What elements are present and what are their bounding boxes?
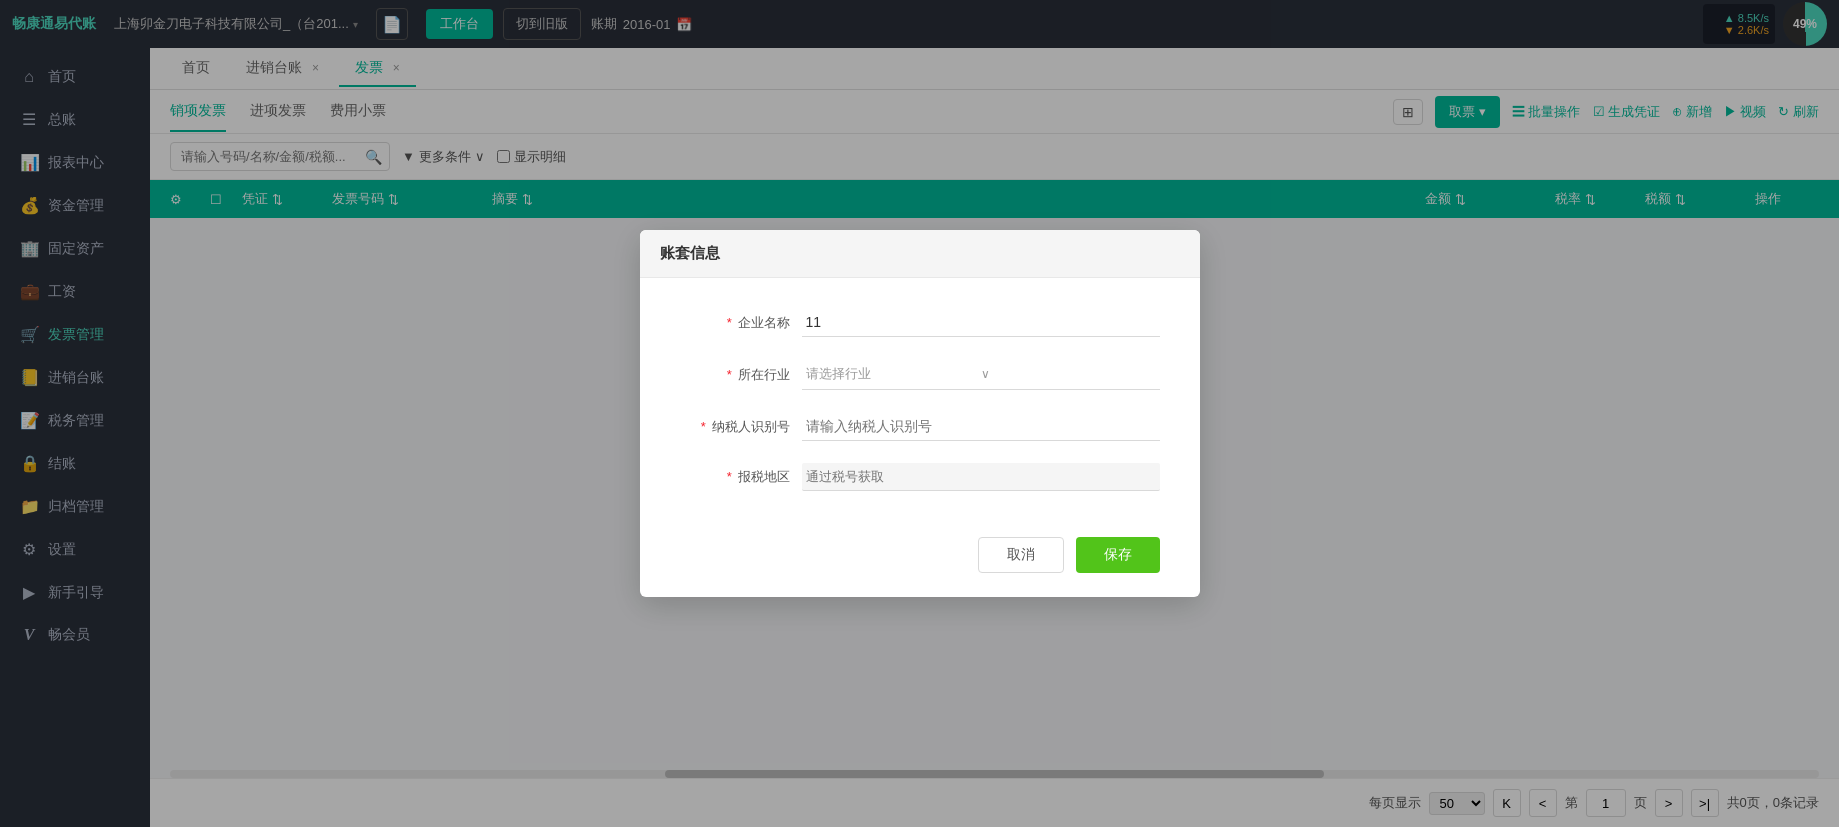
company-name-label: * 企业名称: [680, 314, 790, 332]
industry-label: * 所在行业: [680, 366, 790, 384]
form-row-industry: * 所在行业 请选择行业 ∨: [680, 359, 1160, 390]
tax-region-input: [802, 463, 1160, 491]
dialog-overlay: 账套信息 * 企业名称 * 所在行业 请选择行业 ∨: [0, 0, 1839, 827]
dialog-footer: 取消 保存: [640, 521, 1200, 597]
industry-chevron-icon: ∨: [981, 367, 1156, 381]
save-button[interactable]: 保存: [1076, 537, 1160, 573]
industry-select[interactable]: 请选择行业 ∨: [802, 359, 1160, 390]
tax-id-input[interactable]: [802, 412, 1160, 441]
tax-region-label: * 报税地区: [680, 468, 790, 486]
cancel-button[interactable]: 取消: [978, 537, 1064, 573]
form-row-tax-region: * 报税地区: [680, 463, 1160, 491]
form-row-tax-id: * 纳税人识别号: [680, 412, 1160, 441]
account-info-dialog: 账套信息 * 企业名称 * 所在行业 请选择行业 ∨: [640, 230, 1200, 597]
dialog-title: 账套信息: [640, 230, 1200, 278]
tax-id-label: * 纳税人识别号: [680, 418, 790, 436]
dialog-body: * 企业名称 * 所在行业 请选择行业 ∨ *: [640, 278, 1200, 521]
form-row-company: * 企业名称: [680, 308, 1160, 337]
company-name-input[interactable]: [802, 308, 1160, 337]
